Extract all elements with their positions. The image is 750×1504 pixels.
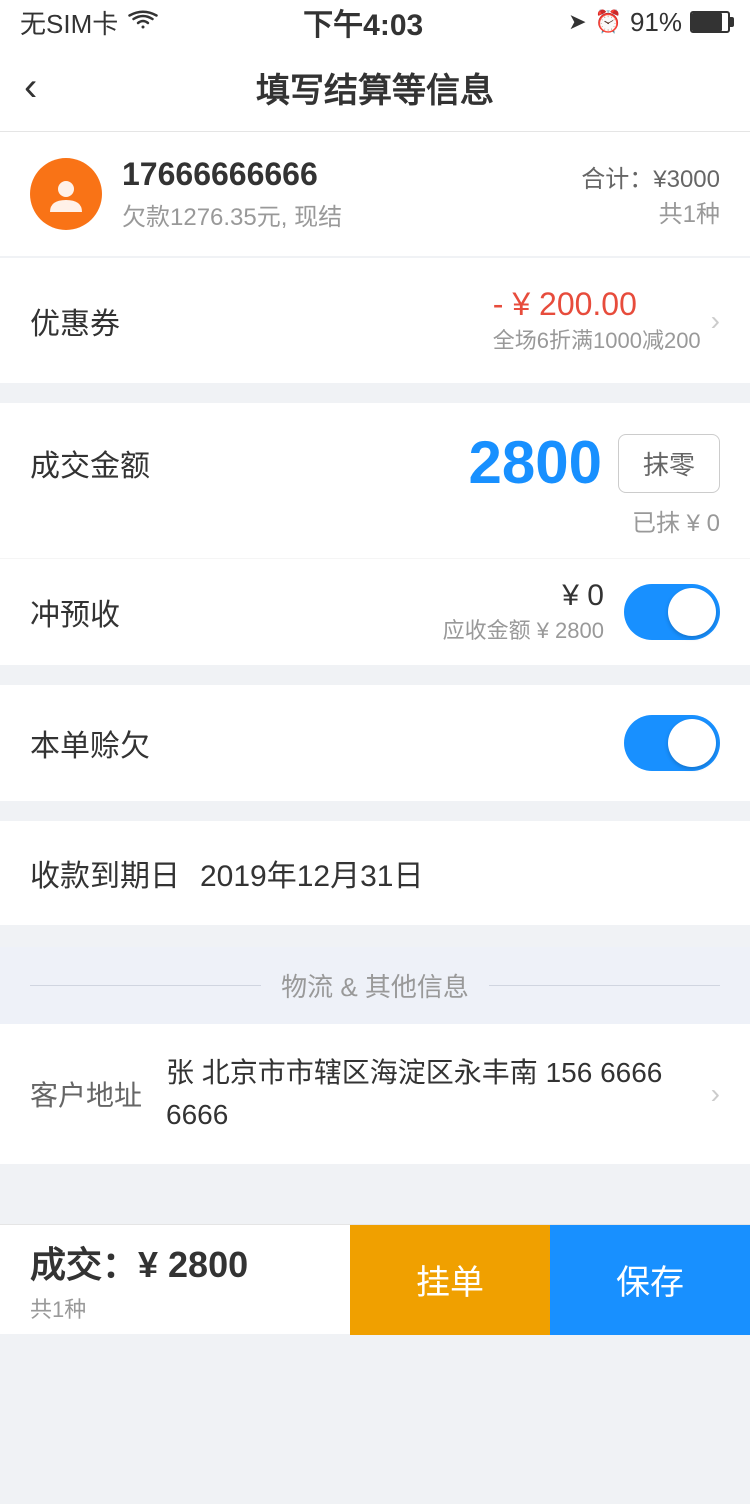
bottom-bar: 成交：¥ 2800 共1种 挂单 保存 <box>0 1224 750 1334</box>
status-right: ➤ ⏰ 91% <box>568 7 730 38</box>
back-button[interactable]: ‹ <box>24 65 37 110</box>
avatar <box>30 158 102 230</box>
battery-label: 91% <box>630 7 682 38</box>
logistics-label: 物流 & 其他信息 <box>281 967 469 1004</box>
customer-info: 17666666666 欠款1276.35元, 现结 <box>122 156 342 232</box>
customer-sub: 欠款1276.35元, 现结 <box>122 197 342 232</box>
customer-card: 17666666666 欠款1276.35元, 现结 合计：¥3000 共1种 <box>0 132 750 256</box>
address-label: 客户地址 <box>30 1074 142 1114</box>
toggle-knob-debt <box>668 719 716 767</box>
address-content: 张 北京市市辖区海淀区永丰南 156 6666 6666 <box>166 1052 687 1136</box>
due-label: 收款到期日 <box>30 851 180 895</box>
customer-phone: 17666666666 <box>122 156 342 193</box>
deal-amount: 2800 <box>469 433 602 493</box>
toggle-knob <box>668 588 716 636</box>
wifi-icon <box>128 7 158 38</box>
total-count: 共1种 <box>581 194 720 229</box>
coupon-row[interactable]: 优惠券 - ¥ 200.00 全场6折满1000减200 › <box>0 258 750 383</box>
battery-icon <box>690 11 730 33</box>
status-bar: 无SIM卡 下午4:03 ➤ ⏰ 91% <box>0 0 750 44</box>
round-button[interactable]: 抹零 <box>618 434 720 493</box>
advance-amount: ¥ 0 应收金额 ¥ 2800 <box>443 579 604 645</box>
customer-right: 合计：¥3000 共1种 <box>581 159 720 229</box>
debt-label: 本单赊欠 <box>30 721 150 765</box>
carrier-label: 无SIM卡 <box>20 4 118 41</box>
deal-right: 2800 抹零 <box>469 433 721 493</box>
coupon-right: - ¥ 200.00 全场6折满1000减200 › <box>493 286 720 355</box>
total-label: 合计：¥3000 <box>581 159 720 194</box>
alarm-icon: ⏰ <box>595 9 622 35</box>
bottom-count: 共1种 <box>30 1292 320 1324</box>
due-date: 2019年12月31日 <box>200 851 423 895</box>
logistics-header: 物流 & 其他信息 <box>0 947 750 1024</box>
coupon-label: 优惠券 <box>30 299 120 343</box>
divider <box>0 927 750 947</box>
status-left: 无SIM卡 <box>20 4 158 41</box>
page-title: 填写结算等信息 <box>256 63 494 112</box>
status-time: 下午4:03 <box>303 0 423 44</box>
address-row[interactable]: 客户地址 张 北京市市辖区海淀区永丰南 156 6666 6666 › <box>0 1024 750 1164</box>
deal-value: ¥ 2800 <box>138 1244 248 1285</box>
deal-section: 成交金额 2800 抹零 已抹 ¥ 0 冲预收 ¥ 0 应收金额 ¥ 2800 <box>0 403 750 665</box>
advance-label: 冲预收 <box>30 590 120 634</box>
location-icon: ➤ <box>568 9 586 35</box>
deal-prefix: 成交： <box>30 1244 138 1285</box>
coupon-discount: - ¥ 200.00 <box>493 286 701 323</box>
chevron-right-icon: › <box>711 305 720 337</box>
due-row: 收款到期日 2019年12月31日 <box>0 821 750 925</box>
bottom-summary: 成交：¥ 2800 共1种 <box>0 1236 350 1324</box>
deal-label: 成交金额 <box>30 433 150 485</box>
advance-toggle[interactable] <box>624 584 720 640</box>
deal-sub: 已抹 ¥ 0 <box>0 503 750 558</box>
hang-button[interactable]: 挂单 <box>350 1225 550 1335</box>
debt-row: 本单赊欠 <box>0 685 750 801</box>
save-button[interactable]: 保存 <box>550 1225 750 1335</box>
nav-bar: ‹ 填写结算等信息 <box>0 44 750 132</box>
advance-right: ¥ 0 应收金额 ¥ 2800 <box>443 579 720 645</box>
deal-row: 成交金额 2800 抹零 <box>0 403 750 503</box>
debt-toggle[interactable] <box>624 715 720 771</box>
address-chevron-icon: › <box>711 1078 720 1110</box>
coupon-desc: 全场6折满1000减200 <box>493 323 701 355</box>
customer-left: 17666666666 欠款1276.35元, 现结 <box>30 156 342 232</box>
bottom-deal-text: 成交：¥ 2800 <box>30 1236 320 1288</box>
advance-row: 冲预收 ¥ 0 应收金额 ¥ 2800 <box>0 558 750 665</box>
